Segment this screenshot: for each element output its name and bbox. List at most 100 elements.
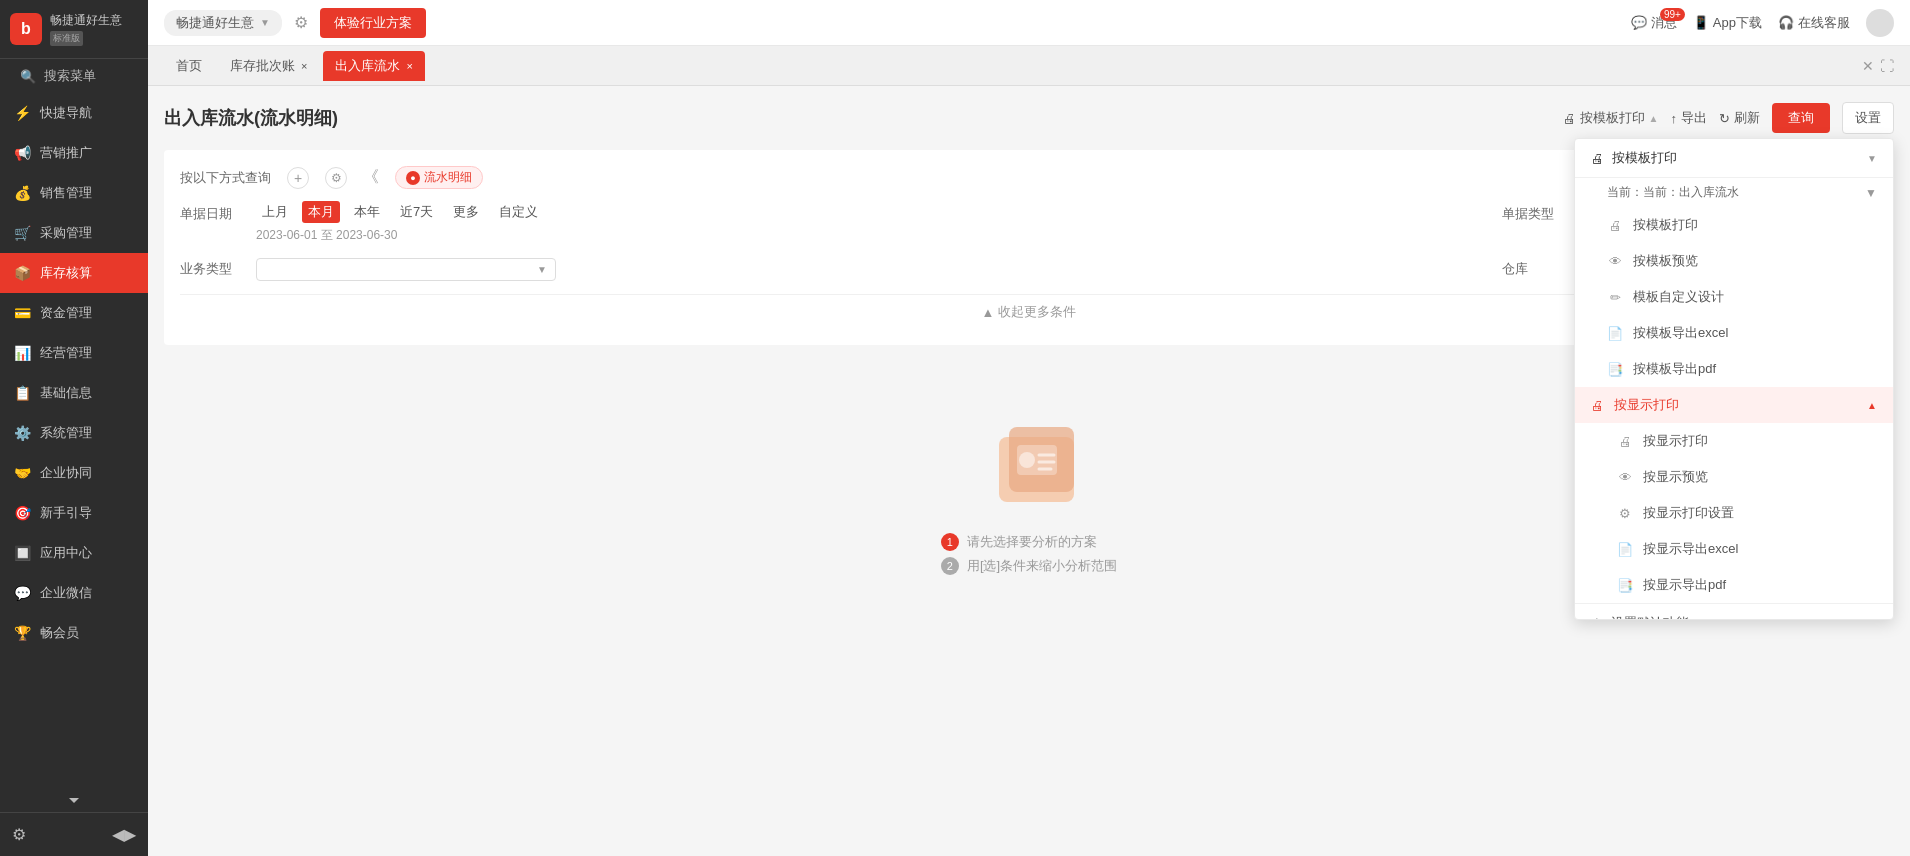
dropdown-item-settings-display[interactable]: ⚙ 按显示打印设置 [1575, 495, 1893, 531]
sidebar-item-label: 畅会员 [40, 624, 79, 642]
date-btn-this-month[interactable]: 本月 [302, 201, 340, 223]
sidebar-item-basic[interactable]: 📋 基础信息 [0, 373, 148, 413]
doc-type-label: 单据类型 [1502, 201, 1562, 223]
sidebar-item-label: 系统管理 [40, 424, 92, 442]
sidebar-item-operations[interactable]: 📊 经营管理 [0, 333, 148, 373]
warehouse-label: 仓库 [1502, 260, 1562, 278]
sidebar-item-label: 销售管理 [40, 184, 92, 202]
tab-home-label: 首页 [176, 57, 202, 75]
filter-tag-label: 流水明细 [424, 169, 472, 186]
dropdown-section1-title: 🖨 按模板打印 [1591, 149, 1677, 167]
dropdown-section2-header[interactable]: 🖨 按显示打印 ▲ [1575, 387, 1893, 423]
guide-icon: 🎯 [12, 503, 32, 523]
sidebar-item-member[interactable]: 🏆 畅会员 [0, 613, 148, 653]
app-download-icon: 📱 [1693, 15, 1709, 30]
refresh-btn[interactable]: ↻ 刷新 [1719, 109, 1760, 127]
dropdown-item-design-template[interactable]: ✏ 模板自定义设计 [1575, 279, 1893, 315]
sidebar-item-label: 采购管理 [40, 224, 92, 242]
filter-settings-button[interactable]: ⚙ [325, 167, 347, 189]
date-quick-btns: 上月 本月 本年 近7天 更多 自定义 [256, 201, 544, 223]
filter-search-label: 按以下方式查询 [180, 169, 271, 187]
tab-maximize-icon[interactable]: ⛶ [1880, 58, 1894, 74]
empty-hints: 1 请先选择要分析的方案 2 用[选]条件来缩小分析范围 [941, 533, 1117, 581]
sidebar-search-item[interactable]: 🔍 搜索菜单 [0, 59, 148, 93]
settings-display-item-icon: ⚙ [1617, 505, 1633, 521]
tab-close-icon[interactable]: ✕ [1862, 58, 1874, 74]
dropdown-item-preview-display[interactable]: 👁 按显示预览 [1575, 459, 1893, 495]
tabs-right-actions: ✕ ⛶ [1862, 58, 1894, 74]
dropdown-item-export-excel-template[interactable]: 📄 按模板导出excel [1575, 315, 1893, 351]
sidebar-settings-icon[interactable]: ⚙ [12, 825, 26, 844]
sidebar-item-inventory[interactable]: 📦 库存核算 [0, 253, 148, 293]
sidebar-item-wechat[interactable]: 💬 企业微信 [0, 573, 148, 613]
sidebar-item-system[interactable]: ⚙️ 系统管理 [0, 413, 148, 453]
export-btn[interactable]: ↑ 导出 [1671, 109, 1708, 127]
messages-badge: 99+ [1660, 8, 1685, 21]
operations-icon: 📊 [12, 343, 32, 363]
biz-type-label: 业务类型 [180, 260, 240, 278]
trial-button[interactable]: 体验行业方案 [320, 8, 426, 38]
messages-button[interactable]: 💬 消息 99+ [1631, 14, 1677, 32]
sidebar-item-label: 快捷导航 [40, 104, 92, 122]
excel-template-item-icon: 📄 [1607, 325, 1623, 341]
print-template-btn[interactable]: 🖨 按模板打印 ▲ [1563, 109, 1659, 127]
refresh-label: 刷新 [1734, 109, 1760, 127]
wechat-icon: 💬 [12, 583, 32, 603]
dropdown-item-print-display[interactable]: 🖨 按显示打印 [1575, 423, 1893, 459]
date-btn-this-year[interactable]: 本年 [348, 201, 386, 223]
sidebar-item-appcenter[interactable]: 🔲 应用中心 [0, 533, 148, 573]
dropdown-item-export-pdf-template[interactable]: 📑 按模板导出pdf [1575, 351, 1893, 387]
date-btn-last-month[interactable]: 上月 [256, 201, 294, 223]
dropdown-section1-header[interactable]: 🖨 按模板打印 ▼ [1575, 139, 1893, 178]
query-btn[interactable]: 查询 [1772, 103, 1830, 133]
tab-inout-flow[interactable]: 出入库流水 × [323, 51, 424, 81]
sidebar-scroll-down[interactable] [0, 788, 148, 812]
filter-tag-icon: ● [406, 171, 420, 185]
collab-icon: 🤝 [12, 463, 32, 483]
print-icon: 🖨 [1563, 111, 1576, 126]
biz-type-select[interactable]: ▼ [256, 258, 556, 281]
sidebar-item-guide[interactable]: 🎯 新手引导 [0, 493, 148, 533]
member-icon: 🏆 [12, 623, 32, 643]
dropdown-item-export-excel-display[interactable]: 📄 按显示导出excel [1575, 531, 1893, 567]
filter-add-button[interactable]: + [287, 167, 309, 189]
section2-chevron-icon: ▲ [1867, 400, 1877, 411]
date-btn-custom[interactable]: 自定义 [493, 201, 544, 223]
app-name: 畅捷通好生意 [50, 12, 122, 29]
sidebar-item-label: 新手引导 [40, 504, 92, 522]
hint-text-2: 用[选]条件来缩小分析范围 [967, 557, 1117, 575]
dropdown-item-preview-template[interactable]: 👁 按模板预览 [1575, 243, 1893, 279]
sidebar-item-collab[interactable]: 🤝 企业协同 [0, 453, 148, 493]
app-download-button[interactable]: 📱 App下载 [1693, 14, 1762, 32]
purchase-icon: 🛒 [12, 223, 32, 243]
sidebar-item-purchase[interactable]: 🛒 采购管理 [0, 213, 148, 253]
preview-display-item-icon: 👁 [1617, 469, 1633, 485]
dropdown-footer[interactable]: ⚙ 设置默认功能 ▼ [1575, 603, 1893, 619]
user-avatar[interactable] [1866, 9, 1894, 37]
topbar-left: 畅捷通好生意 ▼ ⚙ 体验行业方案 [164, 8, 426, 38]
dropdown-item-print-template[interactable]: 🖨 按模板打印 [1575, 207, 1893, 243]
tab-inout-flow-close[interactable]: × [406, 60, 412, 72]
sidebar-item-finance[interactable]: 💳 资金管理 [0, 293, 148, 333]
service-button[interactable]: 🎧 在线客服 [1778, 14, 1850, 32]
current-template-label: 当前：当前：出入库流水 [1607, 184, 1739, 201]
sidebar-item-marketing[interactable]: 📢 营销推广 [0, 133, 148, 173]
user-selector[interactable]: 畅捷通好生意 ▼ [164, 10, 282, 36]
tab-batch-account-close[interactable]: × [301, 60, 307, 72]
dropdown-scroll: 🖨 按模板打印 ▼ 当前：当前：出入库流水 ▼ [1575, 139, 1893, 619]
topbar-gear-icon[interactable]: ⚙ [294, 13, 308, 32]
dropdown-item-export-pdf-display[interactable]: 📑 按显示导出pdf [1575, 567, 1893, 603]
sidebar-nav: ⚡ 快捷导航 📢 营销推广 💰 销售管理 🛒 采购管理 📦 库存核算 💳 资金管… [0, 93, 148, 788]
print-chevron-icon: ▲ [1649, 113, 1659, 124]
date-btn-7days[interactable]: 近7天 [394, 201, 439, 223]
filter-collapse-button[interactable]: 《 [363, 167, 379, 188]
sidebar-item-sales[interactable]: 💰 销售管理 [0, 173, 148, 213]
section1-chevron-icon: ▼ [1867, 153, 1877, 164]
tab-batch-account[interactable]: 库存批次账 × [218, 51, 319, 81]
sidebar-item-quick-nav[interactable]: ⚡ 快捷导航 [0, 93, 148, 133]
sidebar-item-label: 营销推广 [40, 144, 92, 162]
sidebar-collapse-icon[interactable]: ◀▶ [112, 825, 136, 844]
settings-btn[interactable]: 设置 [1842, 102, 1894, 134]
tab-home[interactable]: 首页 [164, 51, 214, 81]
date-btn-more[interactable]: 更多 [447, 201, 485, 223]
